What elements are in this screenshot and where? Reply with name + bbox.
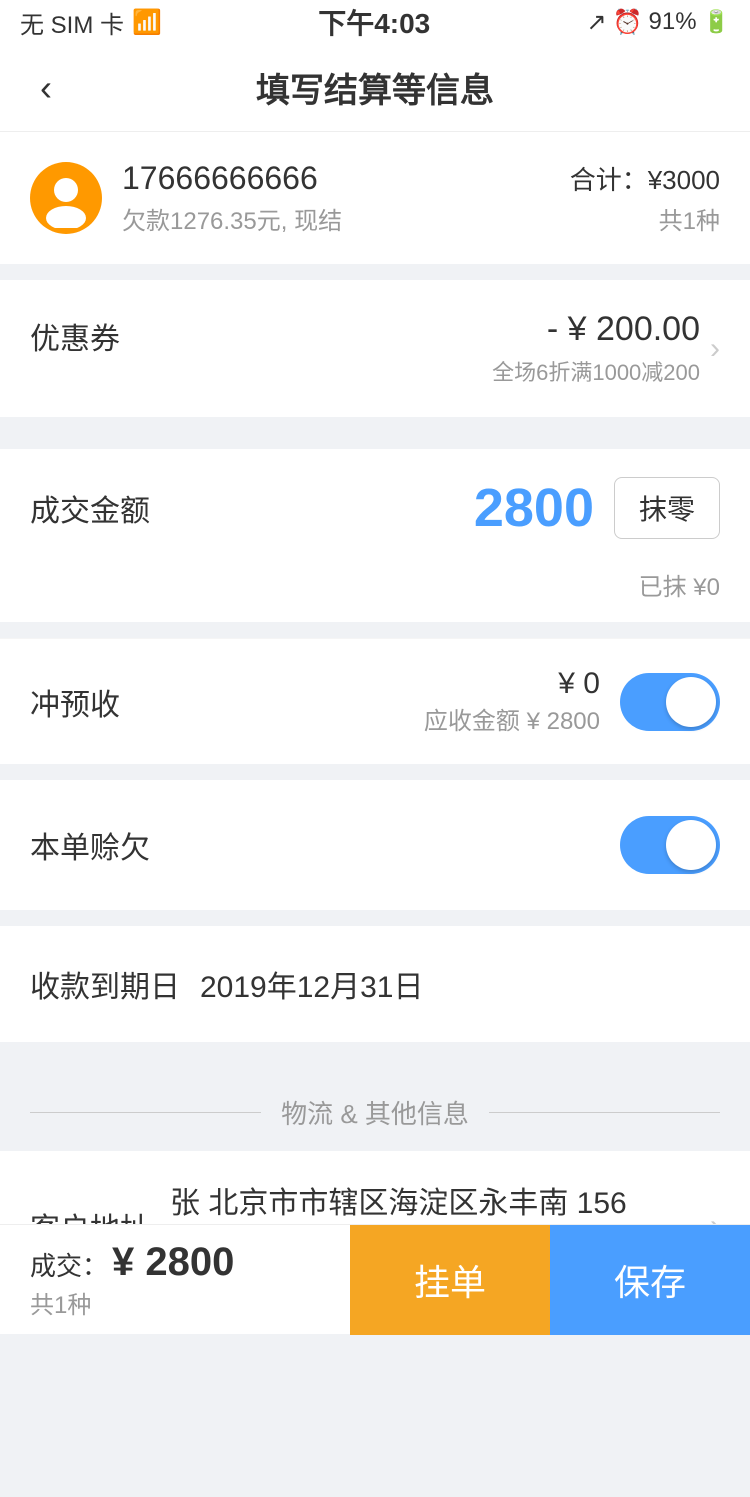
hold-button[interactable]: 挂单 — [350, 1225, 550, 1335]
round-button[interactable]: 抹零 — [614, 477, 720, 539]
amount-row: 成交金额 2800 抹零 — [0, 449, 750, 567]
bottom-deal-label: 成交： — [30, 1246, 108, 1283]
line-left — [30, 1112, 261, 1113]
prepay-right: ¥ 0 应收金额 ¥ 2800 — [424, 667, 720, 736]
divider-1 — [0, 433, 750, 449]
divider-3 — [0, 1058, 750, 1074]
amount-label: 成交金额 — [30, 486, 150, 530]
amount-right: 2800 抹零 — [474, 477, 720, 539]
customer-total: 合计：¥3000 共1种 — [570, 160, 720, 236]
customer-details: 17666666666 欠款1276.35元, 现结 — [122, 160, 342, 236]
debt-label: 本单赊欠 — [30, 823, 150, 867]
coupon-right: - ¥ 200.00 全场6折满1000减200 › — [492, 310, 720, 387]
avatar — [30, 162, 102, 234]
wifi-icon: 📶 — [132, 8, 162, 37]
amount-value: 2800 — [474, 477, 594, 539]
customer-phone: 17666666666 — [122, 160, 342, 197]
sim-text: 无 SIM 卡 — [20, 5, 124, 40]
hold-button-label: 挂单 — [414, 1254, 486, 1306]
back-button[interactable]: ‹ — [30, 57, 62, 119]
toggle-knob — [666, 677, 716, 727]
location-icon: ↗ — [587, 8, 607, 37]
bottom-summary: 成交： ¥ 2800 共1种 — [0, 1240, 350, 1320]
line-right — [489, 1112, 720, 1113]
duedate-label: 收款到期日 — [30, 962, 180, 1006]
battery-text: 91% — [649, 8, 697, 36]
amount-section: 成交金额 2800 抹零 已抹 ¥0 — [0, 449, 750, 622]
coupon-desc: 全场6折满1000减200 — [492, 355, 700, 387]
customer-card: 17666666666 欠款1276.35元, 现结 合计：¥3000 共1种 — [0, 132, 750, 264]
status-bar: 无 SIM 卡 📶 下午4:03 ↗ ⏰ 91% 🔋 — [0, 0, 750, 44]
status-left: 无 SIM 卡 📶 — [20, 5, 162, 40]
total-label: 合计：¥3000 — [570, 160, 720, 197]
coupon-row[interactable]: 优惠券 - ¥ 200.00 全场6折满1000减200 › — [0, 280, 750, 417]
bottom-bar: 成交： ¥ 2800 共1种 挂单 保存 — [0, 1224, 750, 1334]
coupon-label: 优惠券 — [30, 310, 120, 358]
amount-sub: 已抹 ¥0 — [639, 574, 720, 601]
status-time: 下午4:03 — [318, 2, 430, 42]
coupon-discount: - ¥ 200.00 — [492, 310, 700, 349]
save-button[interactable]: 保存 — [550, 1225, 750, 1335]
toggle-knob-2 — [666, 820, 716, 870]
coupon-value-block: - ¥ 200.00 全场6折满1000减200 — [492, 310, 700, 387]
coupon-chevron: › — [710, 332, 720, 366]
duedate-row: 收款到期日 2019年12月31日 — [0, 926, 750, 1042]
logistics-title: 物流 & 其他信息 — [281, 1094, 469, 1131]
bottom-amount: ¥ 2800 — [112, 1240, 234, 1285]
empty-space — [0, 1317, 750, 1497]
page-title: 填写结算等信息 — [256, 63, 494, 112]
logistics-header: 物流 & 其他信息 — [0, 1074, 750, 1151]
debt-toggle[interactable] — [620, 816, 720, 874]
bottom-deal-row: 成交： ¥ 2800 — [30, 1240, 320, 1285]
customer-info-left: 17666666666 欠款1276.35元, 现结 — [30, 160, 342, 236]
prepay-amount: ¥ 0 应收金额 ¥ 2800 — [424, 667, 600, 736]
battery-icon: 🔋 — [703, 9, 730, 35]
customer-sub: 欠款1276.35元, 现结 — [122, 201, 342, 236]
prepay-row: 冲预收 ¥ 0 应收金额 ¥ 2800 — [0, 638, 750, 764]
status-right: ↗ ⏰ 91% 🔋 — [587, 8, 730, 37]
divider-2 — [0, 764, 750, 780]
alarm-icon: ⏰ — [613, 8, 643, 37]
prepay-toggle[interactable] — [620, 673, 720, 731]
prepay-label: 冲预收 — [30, 680, 120, 724]
save-button-label: 保存 — [614, 1254, 686, 1306]
prepay-value: ¥ 0 — [424, 667, 600, 701]
prepay-sub: 应收金额 ¥ 2800 — [424, 701, 600, 736]
nav-bar: ‹ 填写结算等信息 — [0, 44, 750, 132]
bottom-count: 共1种 — [30, 1285, 320, 1320]
debt-row: 本单赊欠 — [0, 780, 750, 910]
total-count: 共1种 — [570, 201, 720, 236]
duedate-value: 2019年12月31日 — [200, 962, 423, 1006]
